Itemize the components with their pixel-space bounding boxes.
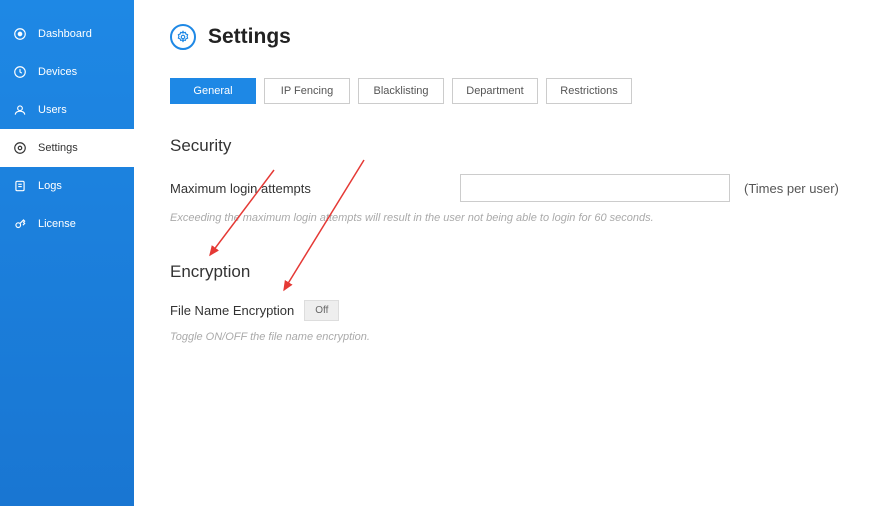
sidebar-item-users[interactable]: Users xyxy=(0,91,134,129)
license-icon xyxy=(12,216,28,232)
sidebar-item-license[interactable]: License xyxy=(0,205,134,243)
sidebar-item-label: Devices xyxy=(38,66,77,78)
annotation-arrows xyxy=(134,0,877,506)
sidebar-item-label: License xyxy=(38,218,76,230)
max-login-input[interactable] xyxy=(460,174,730,202)
page-title: Settings xyxy=(208,25,291,49)
encryption-toggle[interactable]: Off xyxy=(304,300,339,321)
tab-blacklisting[interactable]: Blacklisting xyxy=(358,78,444,104)
max-login-row: Maximum login attempts (Times per user) xyxy=(170,174,841,202)
sidebar-item-dashboard[interactable]: Dashboard xyxy=(0,15,134,53)
sidebar: Dashboard Devices Users Settings Logs Li… xyxy=(0,0,134,506)
sidebar-item-logs[interactable]: Logs xyxy=(0,167,134,205)
sidebar-item-label: Dashboard xyxy=(38,28,92,40)
encryption-help-text: Toggle ON/OFF the file name encryption. xyxy=(170,331,841,343)
sidebar-item-devices[interactable]: Devices xyxy=(0,53,134,91)
tab-ip-fencing[interactable]: IP Fencing xyxy=(264,78,350,104)
sidebar-item-label: Logs xyxy=(38,180,62,192)
tab-department[interactable]: Department xyxy=(452,78,538,104)
max-login-label: Maximum login attempts xyxy=(170,181,460,196)
file-name-encryption-row: File Name Encryption Off xyxy=(170,300,841,321)
sidebar-item-settings[interactable]: Settings xyxy=(0,129,134,167)
max-login-suffix: (Times per user) xyxy=(744,181,839,196)
settings-icon xyxy=(12,140,28,156)
file-name-encryption-label: File Name Encryption xyxy=(170,303,294,318)
encryption-section-title: Encryption xyxy=(170,262,841,282)
security-help-text: Exceeding the maximum login attempts wil… xyxy=(170,212,841,224)
tab-general[interactable]: General xyxy=(170,78,256,104)
gear-icon xyxy=(170,24,196,50)
sidebar-item-label: Users xyxy=(38,104,67,116)
dashboard-icon xyxy=(12,26,28,42)
users-icon xyxy=(12,102,28,118)
page-header: Settings xyxy=(170,24,841,50)
logs-icon xyxy=(12,178,28,194)
tabs: General IP Fencing Blacklisting Departme… xyxy=(170,78,841,104)
devices-icon xyxy=(12,64,28,80)
main-content: Settings General IP Fencing Blacklisting… xyxy=(134,0,877,506)
sidebar-item-label: Settings xyxy=(38,142,78,154)
security-section-title: Security xyxy=(170,136,841,156)
tab-restrictions[interactable]: Restrictions xyxy=(546,78,632,104)
